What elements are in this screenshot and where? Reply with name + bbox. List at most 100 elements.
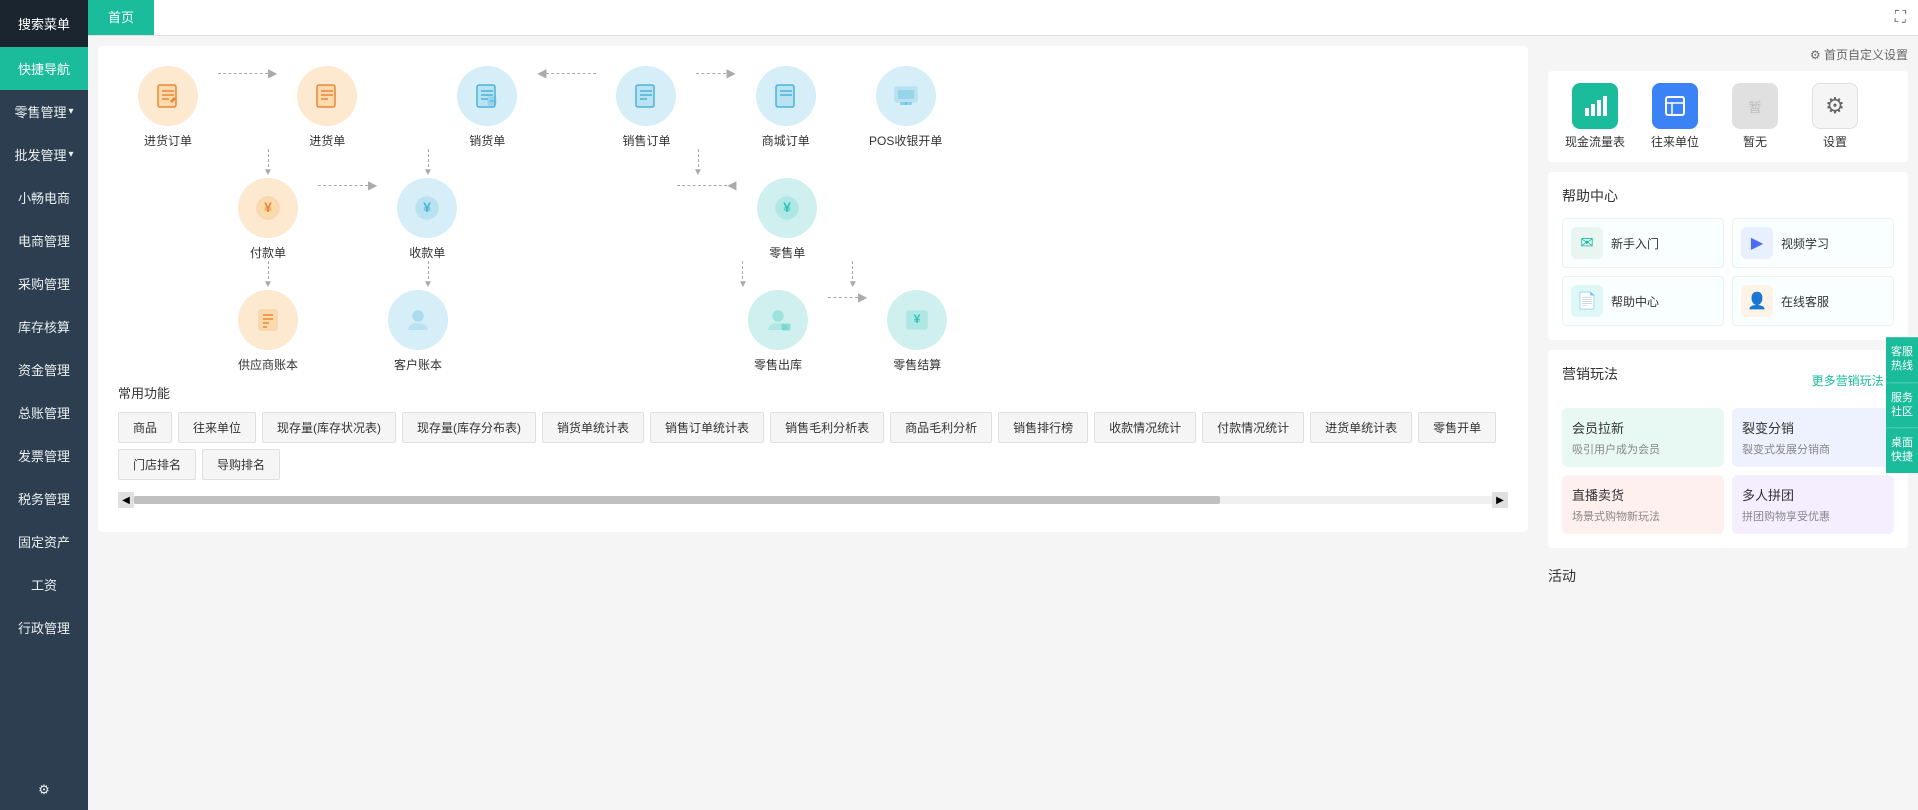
func-btn-payment-stats[interactable]: 付款情况统计 <box>1202 412 1304 443</box>
sidebar-search[interactable]: 搜索菜单 <box>0 0 88 47</box>
quick-icon-settings[interactable]: ⚙ 设置 <box>1800 83 1870 150</box>
func-btn-inventory-status[interactable]: 现存量(库存状况表) <box>262 412 396 443</box>
content-area: 进货订单 ▶ <box>88 36 1918 810</box>
sidebar-item-wholesale-mgmt[interactable]: 批发管理 ▾ <box>0 133 88 176</box>
sidebar-item-invoice-mgmt[interactable]: 发票管理 <box>0 434 88 477</box>
sidebar-item-purchase-mgmt[interactable]: 采购管理 <box>0 262 88 305</box>
help-item-help[interactable]: 📄 帮助中心 <box>1562 276 1724 326</box>
quick-icon-contacts[interactable]: 往来单位 <box>1640 83 1710 150</box>
horizontal-scrollbar[interactable]: ◀ ▶ <box>118 488 1508 512</box>
func-btn-contacts[interactable]: 往来单位 <box>178 412 256 443</box>
sidebar-item-label: 发票管理 <box>18 446 70 465</box>
float-btn-service-community[interactable]: 服务社区 <box>1886 383 1918 429</box>
sidebar-item-general-ledger[interactable]: 总账管理 <box>0 391 88 434</box>
gear-icon: ⚙ <box>1810 48 1821 62</box>
sidebar-item-inventory[interactable]: 库存核算 <box>0 305 88 348</box>
contacts-icon <box>1652 83 1698 129</box>
flow-node-customer-account[interactable]: 客户账本 <box>368 290 468 373</box>
func-btn-goods[interactable]: 商品 <box>118 412 172 443</box>
func-btn-receipt-stats[interactable]: 收款情况统计 <box>1094 412 1196 443</box>
sidebar-item-xiao-ecom[interactable]: 小畅电商 <box>0 176 88 219</box>
sidebar-item-label: 库存核算 <box>18 317 70 336</box>
func-btn-guide-rank[interactable]: 导购排名 <box>202 449 280 480</box>
gear-icon: ⚙ <box>38 782 50 797</box>
sidebar-item-ecom-mgmt[interactable]: 电商管理 <box>0 219 88 262</box>
func-btn-purchase-stats[interactable]: 进货单统计表 <box>1310 412 1412 443</box>
help-item-online-service[interactable]: 👤 在线客服 <box>1732 276 1894 326</box>
func-btn-sales-order-stats[interactable]: 销售订单统计表 <box>650 412 764 443</box>
flow-node-retail-bill[interactable]: ¥ 零售单 <box>737 178 837 261</box>
func-btn-inventory-dist[interactable]: 现存量(库存分布表) <box>402 412 536 443</box>
flow-node-mall-order[interactable]: 商城订单 <box>736 66 836 149</box>
sidebar-item-label: 快捷导航 <box>18 59 70 78</box>
sidebar-item-salary[interactable]: 工资 <box>0 563 88 606</box>
flow-node-retail-out[interactable]: 零售出库 <box>728 290 828 373</box>
flow-col-purchase-order: 进货订单 <box>118 66 218 149</box>
func-btn-goods-profit[interactable]: 商品毛利分析 <box>890 412 992 443</box>
svg-text:¥: ¥ <box>423 199 431 215</box>
float-btn-desktop-shortcut[interactable]: 桌面快捷 <box>1886 428 1918 473</box>
sidebar-item-finance-mgmt[interactable]: 资金管理 <box>0 348 88 391</box>
flow-node-purchase-order[interactable]: 进货订单 <box>118 66 218 149</box>
sales-bill-icon <box>457 66 517 126</box>
sidebar-settings[interactable]: ⚙ <box>0 770 88 810</box>
sidebar-item-more[interactable]: 行政管理 <box>0 606 88 649</box>
flow-col-mall-order: 商城订单 <box>736 66 836 149</box>
chevron-down-icon: ▾ <box>68 149 73 160</box>
video-icon: ▶ <box>1741 227 1773 259</box>
flow-node-sales-order[interactable]: 销售订单 <box>596 66 696 149</box>
more-marketing-link[interactable]: 更多营销玩法 > <box>1812 372 1894 389</box>
marketing-item-live[interactable]: 直播卖货 场景式购物新玩法 <box>1562 475 1724 534</box>
help-grid: ✉ 新手入门 ▶ 视频学习 📄 帮助中心 👤 在线客服 <box>1562 218 1894 326</box>
supplier-account-icon <box>238 290 298 350</box>
help-item-video[interactable]: ▶ 视频学习 <box>1732 218 1894 268</box>
sidebar-item-tax-mgmt[interactable]: 税务管理 <box>0 477 88 520</box>
mall-order-icon <box>756 66 816 126</box>
fullscreen-button[interactable]: ⛶ <box>1883 9 1918 27</box>
activities-title: 活动 <box>1548 558 1908 594</box>
flow-node-payment[interactable]: ¥ 付款单 <box>218 178 318 261</box>
quick-icon-none[interactable]: 暂 暂无 <box>1720 83 1790 150</box>
quick-icon-cash-flow[interactable]: 现金流量表 <box>1560 83 1630 150</box>
flow-col-pos: POS收银开单 <box>856 66 956 149</box>
scroll-left-btn[interactable]: ◀ <box>118 492 134 508</box>
flow-node-receipt[interactable]: ¥ 收款单 <box>377 178 477 261</box>
marketing-item-member[interactable]: 会员拉新 吸引用户成为会员 <box>1562 408 1724 467</box>
tab-home[interactable]: 首页 <box>88 0 154 35</box>
scroll-thumb[interactable] <box>134 496 1220 504</box>
func-btn-store-rank[interactable]: 门店排名 <box>118 449 196 480</box>
func-btn-retail-order[interactable]: 零售开单 <box>1418 412 1496 443</box>
svg-text:¥: ¥ <box>783 199 791 215</box>
home-customize-btn[interactable]: ⚙ 首页自定义设置 <box>1548 46 1908 63</box>
flow-node-sales-bill[interactable]: 销货单 <box>437 66 537 149</box>
help-center-title: 帮助中心 <box>1562 186 1894 206</box>
sidebar-item-label: 批发管理 <box>14 145 66 164</box>
func-buttons-grid: 商品 往来单位 现存量(库存状况表) 现存量(库存分布表) 销货单统计表 销售订… <box>118 412 1508 480</box>
sidebar-item-quick-nav[interactable]: 快捷导航 <box>0 47 88 90</box>
sidebar-item-retail-mgmt[interactable]: 零售管理 ▾ <box>0 90 88 133</box>
marketing-item-group[interactable]: 多人拼团 拼团购物享受优惠 <box>1732 475 1894 534</box>
flow-node-supplier-account[interactable]: 供应商账本 <box>218 290 318 373</box>
sidebar-item-fixed-assets[interactable]: 固定资产 <box>0 520 88 563</box>
sidebar-item-label: 税务管理 <box>18 489 70 508</box>
tab-bar: 首页 ⛶ <box>88 0 1918 36</box>
func-btn-sales-rank[interactable]: 销售排行榜 <box>998 412 1088 443</box>
marketing-item-split[interactable]: 裂变分销 裂变式发展分销商 <box>1732 408 1894 467</box>
func-btn-sales-stats[interactable]: 销货单统计表 <box>542 412 644 443</box>
receipt-icon: ¥ <box>397 178 457 238</box>
help-item-beginner[interactable]: ✉ 新手入门 <box>1562 218 1724 268</box>
flow-node-retail-settle[interactable]: ¥ 零售结算 <box>867 290 967 373</box>
scroll-right-btn[interactable]: ▶ <box>1492 492 1508 508</box>
sales-order-icon <box>616 66 676 126</box>
scroll-track-bar <box>134 496 1492 504</box>
float-btn-customer-service[interactable]: 客服热线 <box>1886 337 1918 383</box>
flow-col-sales-order: 销售订单 <box>596 66 696 149</box>
activities-section: 活动 <box>1548 558 1908 594</box>
func-btn-sales-profit[interactable]: 销售毛利分析表 <box>770 412 884 443</box>
marketing-header: 营销玩法 更多营销玩法 > <box>1562 364 1894 396</box>
flow-node-purchase-bill[interactable]: 进货单 <box>277 66 377 149</box>
marketing-grid: 会员拉新 吸引用户成为会员 裂变分销 裂变式发展分销商 直播卖货 场景式购物新玩… <box>1562 408 1894 534</box>
flow-node-pos[interactable]: POS收银开单 <box>856 66 956 149</box>
marketing-title: 营销玩法 <box>1562 364 1618 384</box>
sidebar: 搜索菜单 快捷导航 零售管理 ▾ 批发管理 ▾ 小畅电商 电商管理 采购管理 库… <box>0 0 88 810</box>
